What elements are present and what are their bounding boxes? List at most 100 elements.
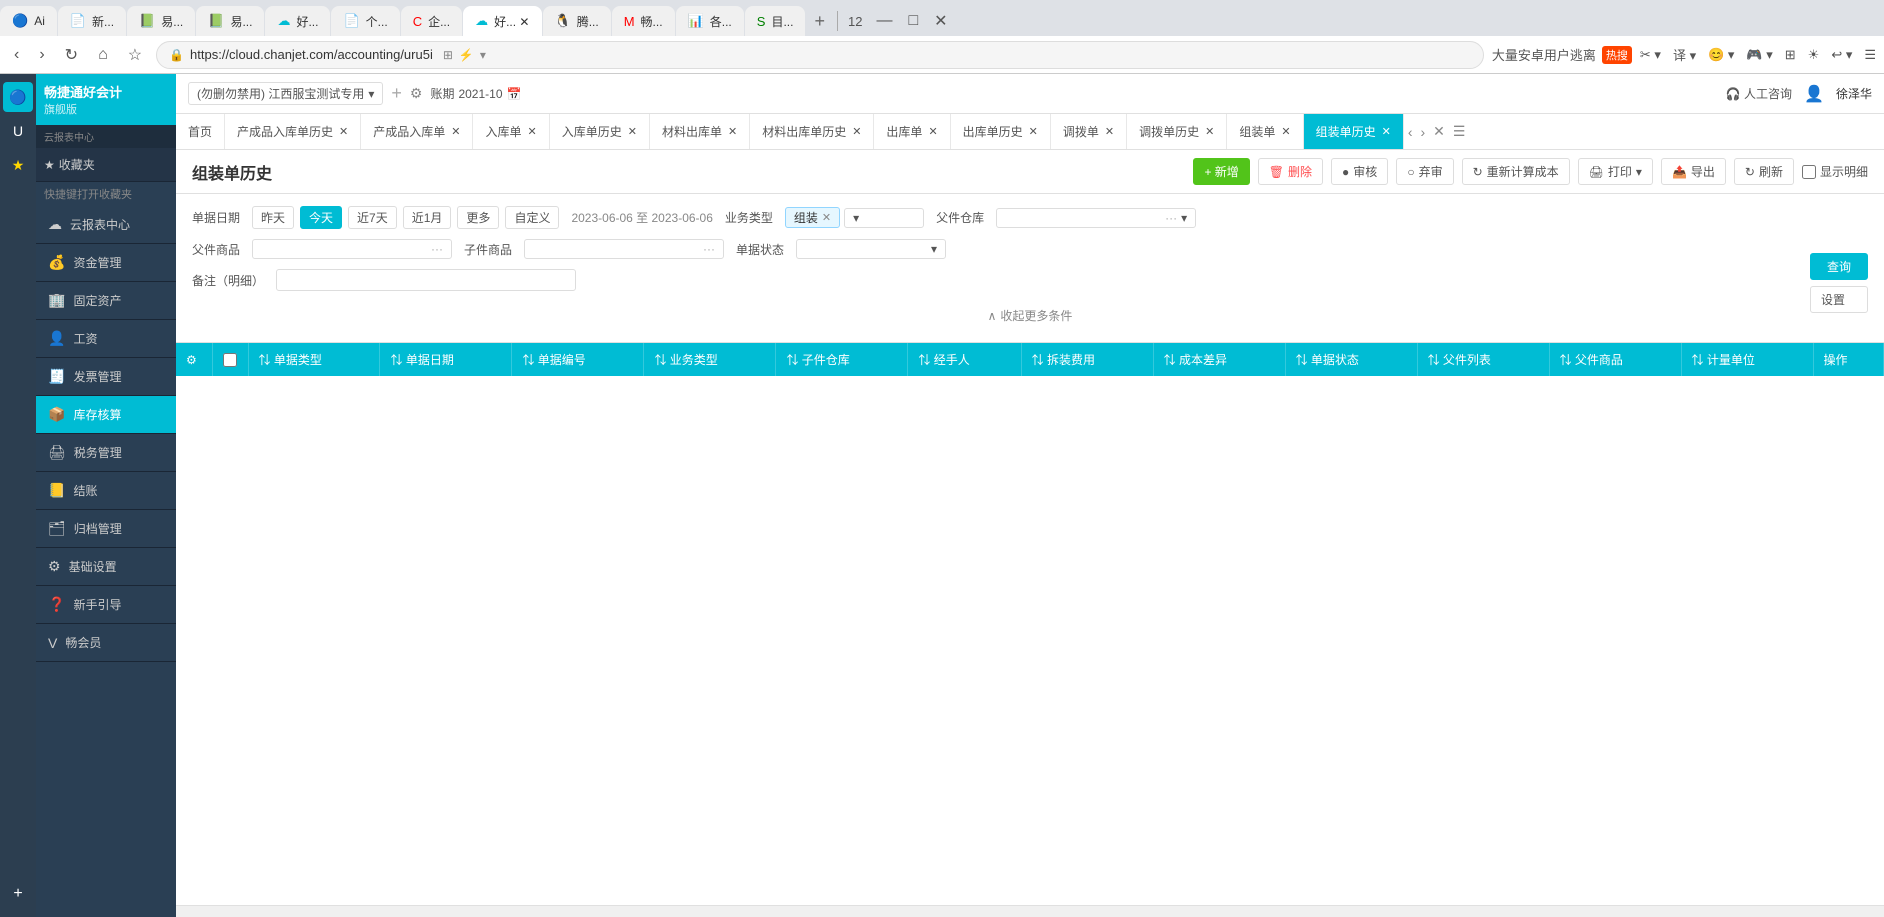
tab-yi1[interactable]: 📗 易...	[127, 6, 195, 36]
content-tab-assembly[interactable]: 组装单 ✕	[1227, 114, 1303, 150]
close-tab-transfer[interactable]: ✕	[1105, 125, 1114, 138]
calendar-icon[interactable]: 📅	[507, 87, 522, 101]
service-link[interactable]: 🎧 人工咨询	[1726, 85, 1792, 102]
close-tab-outbound-history[interactable]: ✕	[1029, 125, 1038, 138]
parent-goods-select[interactable]: ···	[252, 239, 452, 259]
parent-warehouse-select[interactable]: ··· ▾	[996, 208, 1196, 228]
nav-item-cloud-reports[interactable]: ☁ 云报表中心	[36, 206, 176, 244]
collapse-button[interactable]: ∧ 收起更多条件	[192, 301, 1868, 330]
content-tab-assembly-history[interactable]: 组装单历史 ✕	[1304, 114, 1404, 150]
settings-gear-icon[interactable]: ⚙	[410, 85, 423, 102]
close-tab-assembly[interactable]: ✕	[1281, 125, 1290, 138]
tab-nav-left[interactable]: ‹	[1404, 124, 1417, 140]
nav-bookmark[interactable]: ★ 收藏夹	[36, 148, 176, 182]
tab-yi2[interactable]: 📗 易...	[196, 6, 264, 36]
bill-status-select[interactable]: ▾	[796, 239, 946, 259]
date-more[interactable]: 更多	[457, 206, 499, 229]
close-tab-material-out-history[interactable]: ✕	[852, 125, 861, 138]
close-tab-inbound-history[interactable]: ✕	[628, 125, 637, 138]
recalculate-button[interactable]: ↻ 重新计算成本	[1462, 158, 1570, 185]
notes-input[interactable]	[276, 269, 576, 291]
tab-ge1[interactable]: 📄 个...	[331, 6, 399, 36]
delete-button[interactable]: 🗑 删除	[1258, 158, 1323, 185]
close-tab-transfer-history[interactable]: ✕	[1205, 125, 1214, 138]
scrollbar-area[interactable]	[176, 905, 1884, 917]
emoji-icon[interactable]: 😊 ▾	[1708, 47, 1734, 63]
show-detail-checkbox[interactable]	[1802, 165, 1816, 179]
tab-ai[interactable]: 🔵 Ai	[0, 6, 57, 36]
tab-qi[interactable]: C 企...	[401, 6, 462, 36]
nav-item-archive[interactable]: 🗂 归档管理	[36, 510, 176, 548]
nav-item-inventory[interactable]: 📦 库存核算	[36, 396, 176, 434]
close-tab-chanpin-in-history[interactable]: ✕	[339, 125, 348, 138]
th-checkbox[interactable]	[212, 343, 248, 376]
content-tab-material-out-history[interactable]: 材料出库单历史 ✕	[750, 114, 874, 150]
date-today[interactable]: 今天	[300, 206, 342, 229]
approve-button[interactable]: ● 审核	[1331, 158, 1388, 185]
business-type-select[interactable]: ▾	[844, 208, 924, 228]
undo-icon[interactable]: ↩ ▾	[1831, 47, 1852, 63]
nav-item-capital[interactable]: 💰 资金管理	[36, 244, 176, 282]
nav-item-settle[interactable]: 📒 结账	[36, 472, 176, 510]
date-yesterday[interactable]: 昨天	[252, 206, 294, 229]
print-button[interactable]: 🖨 打印 ▾	[1578, 158, 1653, 185]
content-tab-transfer-history[interactable]: 调拨单历史 ✕	[1127, 114, 1227, 150]
content-tab-transfer[interactable]: 调拨单 ✕	[1051, 114, 1127, 150]
close-tab-chanpin-in[interactable]: ✕	[451, 125, 460, 138]
export-button[interactable]: 📤 导出	[1661, 158, 1726, 185]
content-tab-outbound[interactable]: 出库单 ✕	[874, 114, 950, 150]
tab-nav-menu[interactable]: ☰	[1449, 123, 1470, 140]
grid-icon[interactable]: ⊞	[1785, 47, 1796, 63]
child-goods-select[interactable]: ···	[524, 239, 724, 259]
content-tab-chanpin-in-history[interactable]: 产成品入库单历史 ✕	[225, 114, 361, 150]
user-avatar[interactable]: 👤	[1804, 84, 1824, 104]
th-settings[interactable]: ⚙	[176, 343, 212, 376]
sidebar-icon-1[interactable]: 🔵	[3, 82, 33, 112]
back-button[interactable]: ‹	[8, 44, 25, 66]
bookmark-button[interactable]: ☆	[122, 43, 148, 67]
close-button[interactable]: ✕	[926, 11, 955, 31]
tab-chang[interactable]: M 畅...	[612, 6, 675, 36]
remove-business-type[interactable]: ✕	[822, 211, 831, 224]
translate-icon[interactable]: 译 ▾	[1673, 45, 1696, 64]
date-1month[interactable]: 近1月	[403, 206, 452, 229]
sidebar-icon-bottom[interactable]: +	[3, 879, 33, 909]
content-tab-material-out[interactable]: 材料出库单 ✕	[650, 114, 750, 150]
refresh-button[interactable]: ↻ 刷新	[1734, 158, 1794, 185]
brightness-icon[interactable]: ☀	[1808, 47, 1820, 63]
nav-item-invoice[interactable]: 🧾 发票管理	[36, 358, 176, 396]
nav-item-guide[interactable]: ❓ 新手引导	[36, 586, 176, 624]
sidebar-icon-star[interactable]: ★	[3, 150, 33, 180]
game-icon[interactable]: 🎮 ▾	[1746, 47, 1772, 63]
nav-item-tax[interactable]: 🖨 税务管理	[36, 434, 176, 472]
close-tab-inbound[interactable]: ✕	[528, 125, 537, 138]
date-7days[interactable]: 近7天	[348, 206, 397, 229]
tab-nav-right[interactable]: ›	[1417, 124, 1430, 140]
nav-item-settings[interactable]: ⚙ 基础设置	[36, 548, 176, 586]
tab-mu[interactable]: S 目...	[745, 6, 806, 36]
tab-ge2[interactable]: 📊 各...	[676, 6, 744, 36]
content-tab-home[interactable]: 首页	[176, 114, 225, 150]
select-all-checkbox[interactable]	[223, 353, 237, 367]
tab-nav-close[interactable]: ✕	[1429, 123, 1449, 140]
menu-icon[interactable]: ☰	[1864, 47, 1876, 63]
content-tab-inbound-history[interactable]: 入库单历史 ✕	[550, 114, 650, 150]
content-tab-inbound[interactable]: 入库单 ✕	[473, 114, 549, 150]
abandon-button[interactable]: ○ 弃审	[1396, 158, 1453, 185]
maximize-button[interactable]: □	[900, 12, 926, 30]
new-tab-button[interactable]: +	[806, 11, 833, 32]
url-box[interactable]: 🔒 https://cloud.chanjet.com/accounting/u…	[156, 41, 1484, 69]
tab-new1[interactable]: 📄 新...	[58, 6, 126, 36]
company-selector[interactable]: (勿删勿禁用) 江西服宝测试专用 ▾	[188, 82, 383, 105]
tab-hao2[interactable]: ☁ 好... ✕	[463, 6, 541, 36]
add-company-button[interactable]: +	[391, 83, 402, 104]
content-tab-outbound-history[interactable]: 出库单历史 ✕	[951, 114, 1051, 150]
sidebar-icon-2[interactable]: U	[3, 116, 33, 146]
close-tab-material-out[interactable]: ✕	[728, 125, 737, 138]
query-button[interactable]: 查询	[1810, 253, 1868, 280]
scissors-icon[interactable]: ✂ ▾	[1640, 47, 1661, 63]
tab-count[interactable]: 12	[842, 14, 868, 29]
close-tab-outbound[interactable]: ✕	[928, 125, 937, 138]
tab-teng[interactable]: 🐧 腾...	[543, 6, 611, 36]
nav-item-assets[interactable]: 🏢 固定资产	[36, 282, 176, 320]
